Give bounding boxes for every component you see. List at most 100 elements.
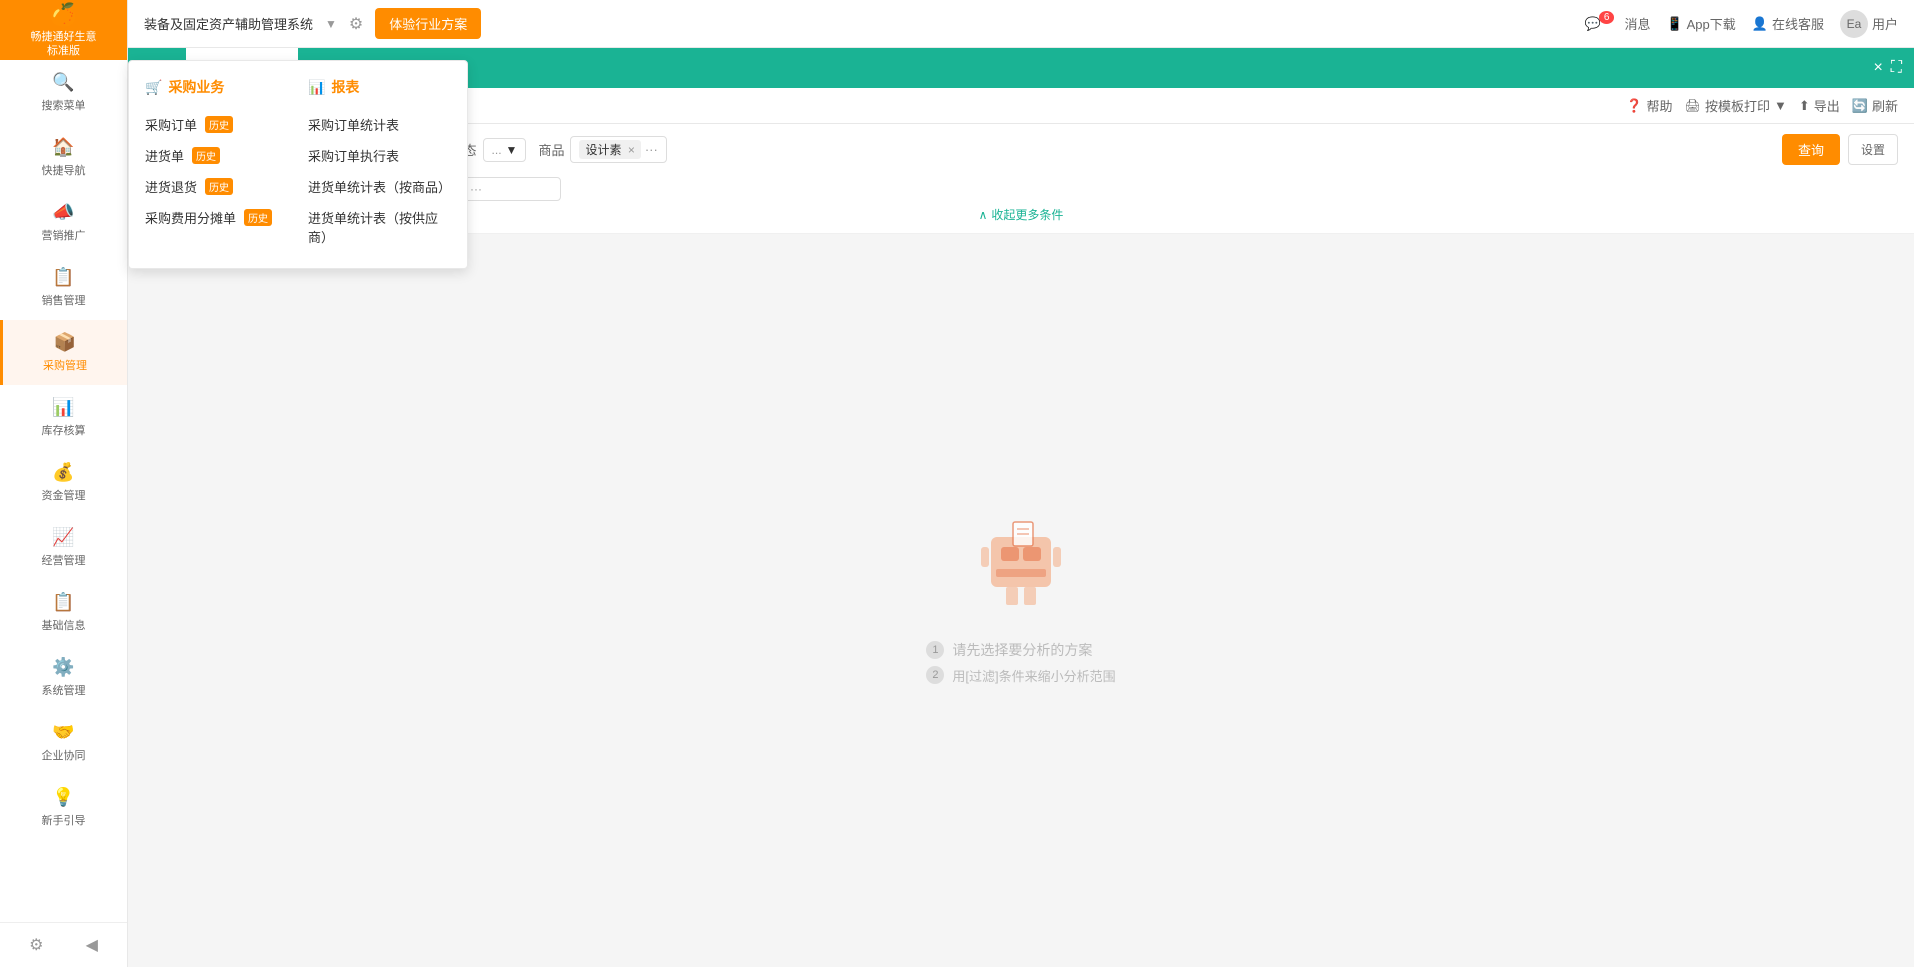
sidebar-item-purchase-label: 采购管理 [43,357,87,373]
dropdown-item-stock-stats-supplier-label: 进货单统计表（按供应商） [308,208,451,246]
newbie-icon: 💡 [52,787,74,808]
dropdown-item-purchase-expense[interactable]: 采购费用分摊单 历史 [145,202,288,233]
top-header: 装备及固定资产辅助管理系统 ▼ ⚙ 体验行业方案 💬 6 消息 📱 App下载 … [128,0,1914,48]
dropdown-item-order-exec-label: 采购订单执行表 [308,146,399,165]
collapse-icon: ∧ [979,208,988,222]
dropdown-item-stock-in-label: 进货单 [145,146,184,165]
reports-icon: 📊 [308,79,325,96]
dropdown-col-reports: 📊 报表 采购订单统计表 采购订单执行表 进货单统计表（按商品） 进货单统计表（… [308,77,451,252]
history-badge-3: 历史 [205,178,233,195]
dropdown-item-order-exec[interactable]: 采购订单执行表 [308,140,451,171]
history-badge-4: 历史 [244,209,272,226]
search-icon: 🔍 [52,72,74,93]
dropdown-item-purchase-expense-label: 采购费用分摊单 [145,208,236,227]
dropdown-item-stock-stats-goods[interactable]: 进货单统计表（按商品） [308,171,451,202]
app-download-label: App下载 [1687,14,1736,33]
print-action[interactable]: 🖨 按模板打印 ▼ [1684,96,1786,115]
dropdown-item-purchase-order-label: 采购订单 [145,115,197,134]
sidebar-item-newbie[interactable]: 💡 新手引导 [0,775,127,840]
header-left: 装备及固定资产辅助管理系统 ▼ ⚙ 体验行业方案 [144,8,481,39]
tab-resize-icon[interactable]: ⛶ [1891,59,1902,77]
sidebar-item-quick-nav[interactable]: 🏠 快捷导航 [0,125,127,190]
app-download-action[interactable]: 📱 App下载 [1666,14,1735,33]
sidebar-item-operations-label: 经营管理 [42,552,86,568]
sidebar-item-sales[interactable]: 📋 销售管理 [0,255,127,320]
user-action[interactable]: Ea 用户 [1840,10,1898,38]
settings-button[interactable]: 设置 [1848,134,1898,165]
customer-select[interactable]: ··· [461,177,561,201]
help-label: 帮助 [1646,96,1672,115]
refresh-label: 刷新 [1872,96,1898,115]
history-badge-1: 历史 [205,116,233,133]
sidebar-item-marketing[interactable]: 📣 营销推广 [0,190,127,255]
print-dropdown-icon[interactable]: ▼ [1774,98,1787,113]
sidebar-item-quick-nav-label: 快捷导航 [42,162,86,178]
empty-state: 1 请先选择要分析的方案 2 用[过滤]条件来缩小分析范围 [128,234,1914,967]
tab-bar-actions: × ⛶ [1873,59,1914,77]
print-icon: 🖨 [1684,98,1701,114]
sidebar-item-finance[interactable]: 💰 资金管理 [0,450,127,515]
sidebar-item-search-label: 搜索菜单 [42,97,86,113]
empty-illustration [961,517,1081,617]
print-label: 按模板打印 [1705,96,1770,115]
sidebar-item-purchase[interactable]: 📦 采购管理 [0,320,127,385]
document-status-dropdown-icon: ▼ [506,143,518,157]
dropdown-item-stock-stats-supplier[interactable]: 进货单统计表（按供应商） [308,202,451,252]
goods-more-dots[interactable]: ··· [645,142,658,157]
dropdown-item-order-stats[interactable]: 采购订单统计表 [308,109,451,140]
inventory-icon: 📊 [52,397,74,418]
help-action[interactable]: ❓ 帮助 [1626,96,1672,115]
header-gear-icon[interactable]: ⚙ [349,14,363,34]
dropdown-item-purchase-order[interactable]: 采购订单 历史 [145,109,288,140]
export-action[interactable]: ⬆ 导出 [1799,96,1840,115]
dropdown-item-order-stats-label: 采购订单统计表 [308,115,399,134]
sidebar-item-operations[interactable]: 📈 经营管理 [0,515,127,580]
document-status-value: ... [492,143,502,157]
user-label: 用户 [1872,14,1898,33]
sidebar-item-inventory[interactable]: 📊 库存核算 [0,385,127,450]
dropdown-item-stock-in[interactable]: 进货单 历史 [145,140,288,171]
dropdown-item-stock-stats-goods-label: 进货单统计表（按商品） [308,177,451,196]
dropdown-col2-title: 📊 报表 [308,77,451,97]
search-button[interactable]: 查询 [1782,134,1840,165]
sidebar-item-base-info-label: 基础信息 [42,617,86,633]
sidebar-item-sales-label: 销售管理 [42,292,86,308]
industry-btn[interactable]: 体验行业方案 [375,8,481,39]
online-service-action[interactable]: 👤 在线客服 [1752,14,1824,33]
purchase-business-icon: 🛒 [145,79,162,96]
message-action[interactable]: 💬 6 消息 [1585,14,1651,33]
tab-close-all-icon[interactable]: × [1873,59,1882,77]
sidebar-item-finance-label: 资金管理 [42,487,86,503]
phone-icon: 📱 [1666,16,1682,32]
enterprise-icon: 🤝 [52,722,74,743]
logo-icon: 🍊 [50,2,77,28]
base-info-icon: 📋 [52,592,74,613]
sidebar-collapse-btn[interactable]: ◀ [86,935,98,955]
dropdown-item-stock-return[interactable]: 进货退货 历史 [145,171,288,202]
dropdown-col1-title: 🛒 采购业务 [145,77,288,97]
goods-tag-close-icon[interactable]: × [628,143,635,157]
sidebar-settings-btn[interactable]: ⚙ [29,935,43,955]
logo-line2: 标准版 [31,44,97,58]
operations-icon: 📈 [52,527,74,548]
goods-tag: 设计素 × [579,140,640,159]
system-title: 装备及固定资产辅助管理系统 [144,14,313,33]
refresh-action[interactable]: 🔄 刷新 [1852,96,1898,115]
sidebar-item-inventory-label: 库存核算 [42,422,86,438]
sidebar-item-enterprise[interactable]: 🤝 企业协同 [0,710,127,775]
customer-value: ··· [470,182,482,196]
logo-line1: 畅捷通好生意 [31,30,97,44]
sidebar-item-system[interactable]: ⚙️ 系统管理 [0,645,127,710]
sidebar-logo: 🍊 畅捷通好生意 标准版 [0,0,127,60]
help-icon: ❓ [1626,98,1642,114]
finance-icon: 💰 [52,462,74,483]
empty-hint2: 用[过滤]条件来缩小分析范围 [952,666,1115,685]
header-dropdown-icon[interactable]: ▼ [325,17,337,31]
sidebar-item-system-label: 系统管理 [42,682,86,698]
sidebar-item-search[interactable]: 🔍 搜索菜单 [0,60,127,125]
document-status-select[interactable]: ... ▼ [483,138,527,162]
user-avatar: Ea [1840,10,1868,38]
export-icon: ⬆ [1799,98,1810,114]
sidebar-item-marketing-label: 营销推广 [42,227,86,243]
sidebar-item-base-info[interactable]: 📋 基础信息 [0,580,127,645]
